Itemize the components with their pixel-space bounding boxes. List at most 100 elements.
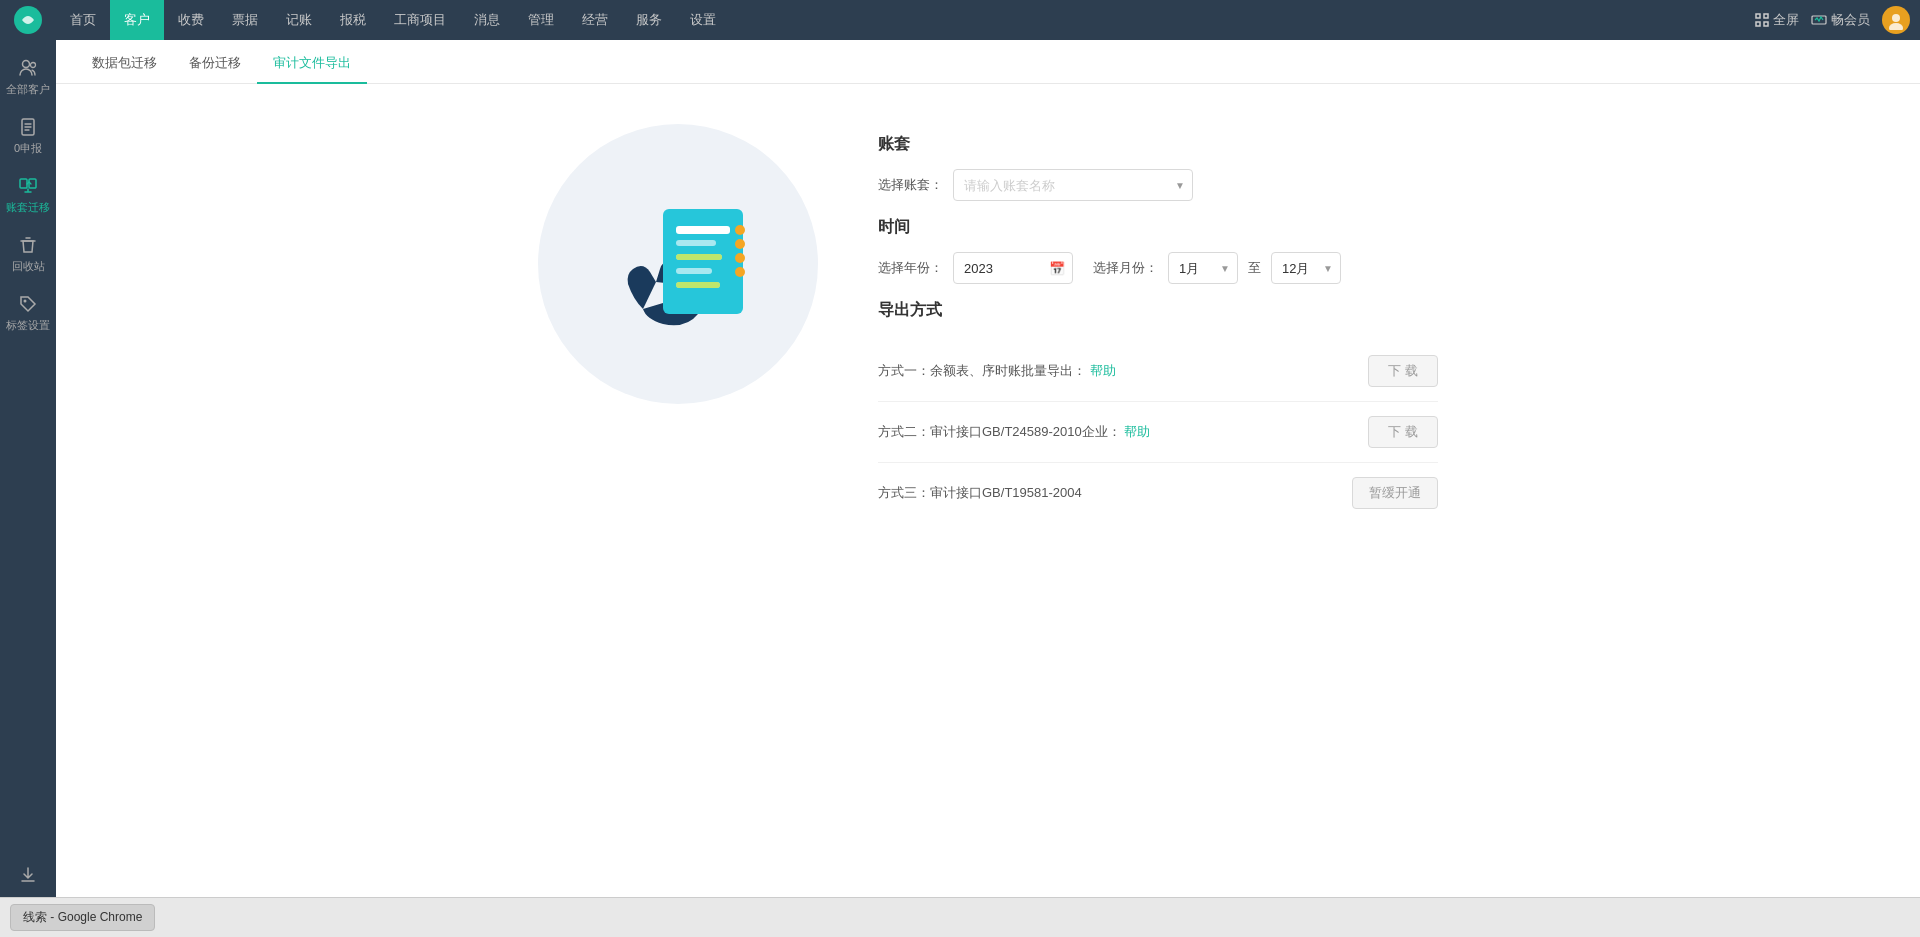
content-area: 数据包迁移 备份迁移 审计文件导出 — [56, 40, 1920, 937]
svg-rect-3 — [1756, 22, 1760, 26]
tabs-bar: 数据包迁移 备份迁移 审计文件导出 — [56, 40, 1920, 84]
svg-rect-28 — [676, 282, 720, 288]
svg-rect-21 — [676, 268, 712, 274]
svg-rect-18 — [676, 226, 730, 234]
avatar[interactable] — [1882, 6, 1910, 34]
file-icon — [18, 117, 38, 137]
svg-point-25 — [735, 253, 745, 263]
year-label: 选择年份： — [878, 259, 943, 277]
svg-point-24 — [735, 239, 745, 249]
nav-business[interactable]: 工商项目 — [380, 0, 460, 40]
export-method-2: 方式二：审计接口GB/T24589-2010企业： 帮助 下 载 — [878, 402, 1438, 463]
export-section-title: 导出方式 — [878, 300, 1438, 321]
nav-invoice[interactable]: 票据 — [218, 0, 272, 40]
time-separator: 至 — [1248, 259, 1261, 277]
account-select[interactable]: 请输入账套名称 — [953, 169, 1193, 201]
svg-rect-17 — [663, 209, 743, 314]
tab-audit-export[interactable]: 审计文件导出 — [257, 44, 367, 84]
year-input[interactable]: 2023 — [953, 252, 1073, 284]
time-section-title: 时间 — [878, 217, 1438, 238]
taskbar: 线索 - Google Chrome — [0, 897, 1920, 937]
sidebar-label-zero-declaration: 0申报 — [14, 141, 42, 156]
svg-rect-1 — [1756, 14, 1760, 18]
nav-items: 首页 客户 收费 票据 记账 报税 工商项目 消息 管理 经营 服务 设置 — [56, 0, 1755, 40]
avatar-icon — [1886, 10, 1906, 30]
account-section-title: 账套 — [878, 134, 1438, 155]
vip-label: 畅会员 — [1831, 11, 1870, 29]
year-input-wrapper: 2023 📅 — [953, 252, 1073, 284]
svg-rect-2 — [1764, 14, 1768, 18]
export-method-1-help[interactable]: 帮助 — [1090, 363, 1116, 378]
month-end-wrapper: 1月 2月 3月 4月 5月 6月 7月 8月 9月 10月 11月 12月 — [1271, 252, 1341, 284]
sidebar-item-zero-declaration[interactable]: 0申报 — [0, 107, 56, 166]
export-method-3-label: 方式三：审计接口GB/T19581-2004 — [878, 484, 1332, 502]
nav-accounting[interactable]: 记账 — [272, 0, 326, 40]
nav-settings[interactable]: 设置 — [676, 0, 730, 40]
svg-point-14 — [24, 300, 27, 303]
fullscreen-button[interactable]: 全屏 — [1755, 11, 1799, 29]
fullscreen-icon — [1755, 13, 1769, 27]
sidebar-label-all-customers: 全部客户 — [6, 82, 50, 97]
month-end-select[interactable]: 1月 2月 3月 4月 5月 6月 7月 8月 9月 10月 11月 12月 — [1271, 252, 1341, 284]
nav-message[interactable]: 消息 — [460, 0, 514, 40]
svg-point-23 — [735, 225, 745, 235]
trash-icon — [18, 235, 38, 255]
export-method-2-label: 方式二：审计接口GB/T24589-2010企业： 帮助 — [878, 423, 1348, 441]
download-icon — [18, 865, 38, 885]
tab-backup-migration[interactable]: 备份迁移 — [173, 44, 257, 84]
nav-manage[interactable]: 管理 — [514, 0, 568, 40]
svg-rect-4 — [1764, 22, 1768, 26]
svg-rect-27 — [676, 254, 722, 260]
vip-button[interactable]: 畅会员 — [1811, 11, 1870, 29]
month-start-select[interactable]: 1月 2月 3月 4月 5月 6月 7月 8月 9月 10月 11月 12月 — [1168, 252, 1238, 284]
sidebar-item-tag-settings[interactable]: 标签设置 — [0, 284, 56, 343]
svg-point-7 — [1892, 14, 1900, 22]
nav-service[interactable]: 服务 — [622, 0, 676, 40]
nav-fee[interactable]: 收费 — [164, 0, 218, 40]
export-method-2-download-btn[interactable]: 下 载 — [1368, 416, 1438, 448]
tab-data-migration[interactable]: 数据包迁移 — [76, 44, 173, 84]
svg-point-26 — [735, 267, 745, 277]
logo[interactable] — [10, 2, 46, 38]
audit-illustration — [568, 154, 788, 374]
export-method-1-label: 方式一：余额表、序时账批量导出： 帮助 — [878, 362, 1348, 380]
svg-point-9 — [23, 61, 30, 68]
sidebar-item-trash[interactable]: 回收站 — [0, 225, 56, 284]
illustration-area — [538, 124, 818, 404]
svg-rect-19 — [676, 240, 716, 246]
month-start-wrapper: 1月 2月 3月 4月 5月 6月 7月 8月 9月 10月 11月 12月 — [1168, 252, 1238, 284]
main-layout: 全部客户 0申报 账套迁移 回收站 — [0, 40, 1920, 937]
account-form-row: 选择账套： 请输入账套名称 ▼ — [878, 169, 1438, 201]
month-label: 选择月份： — [1093, 259, 1158, 277]
users-icon — [18, 58, 38, 78]
sidebar-item-all-customers[interactable]: 全部客户 — [0, 48, 56, 107]
form-area: 账套 选择账套： 请输入账套名称 ▼ 时间 选择年份： 2023 — [878, 124, 1438, 523]
export-method-1-download-btn[interactable]: 下 载 — [1368, 355, 1438, 387]
account-label: 选择账套： — [878, 176, 943, 194]
migrate-icon — [18, 176, 38, 196]
top-nav: 首页 客户 收费 票据 记账 报税 工商项目 消息 管理 经营 服务 设置 全屏 — [0, 0, 1920, 40]
export-method-1: 方式一：余额表、序时账批量导出： 帮助 下 载 — [878, 341, 1438, 402]
vip-icon — [1811, 12, 1827, 28]
fullscreen-label: 全屏 — [1773, 11, 1799, 29]
account-select-wrapper: 请输入账套名称 ▼ — [953, 169, 1193, 201]
taskbar-chrome-item[interactable]: 线索 - Google Chrome — [10, 904, 155, 931]
export-method-3: 方式三：审计接口GB/T19581-2004 暂缓开通 — [878, 463, 1438, 523]
sidebar: 全部客户 0申报 账套迁移 回收站 — [0, 40, 56, 937]
nav-operation[interactable]: 经营 — [568, 0, 622, 40]
svg-point-10 — [31, 63, 36, 68]
page-content: 账套 选择账套： 请输入账套名称 ▼ 时间 选择年份： 2023 — [56, 84, 1920, 937]
nav-right: 全屏 畅会员 — [1755, 6, 1910, 34]
svg-rect-12 — [20, 179, 27, 188]
time-form-row: 选择年份： 2023 📅 选择月份： 1月 2月 3月 4月 5月 6 — [878, 252, 1438, 284]
export-method-3-soon-btn[interactable]: 暂缓开通 — [1352, 477, 1438, 509]
nav-customer[interactable]: 客户 — [110, 0, 164, 40]
nav-home[interactable]: 首页 — [56, 0, 110, 40]
sidebar-label-tag-settings: 标签设置 — [6, 318, 50, 333]
sidebar-bottom-download[interactable] — [18, 865, 38, 888]
sidebar-label-trash: 回收站 — [12, 259, 45, 274]
export-method-2-help[interactable]: 帮助 — [1124, 424, 1150, 439]
nav-tax[interactable]: 报税 — [326, 0, 380, 40]
tag-icon — [18, 294, 38, 314]
sidebar-item-account-migration[interactable]: 账套迁移 — [0, 166, 56, 225]
